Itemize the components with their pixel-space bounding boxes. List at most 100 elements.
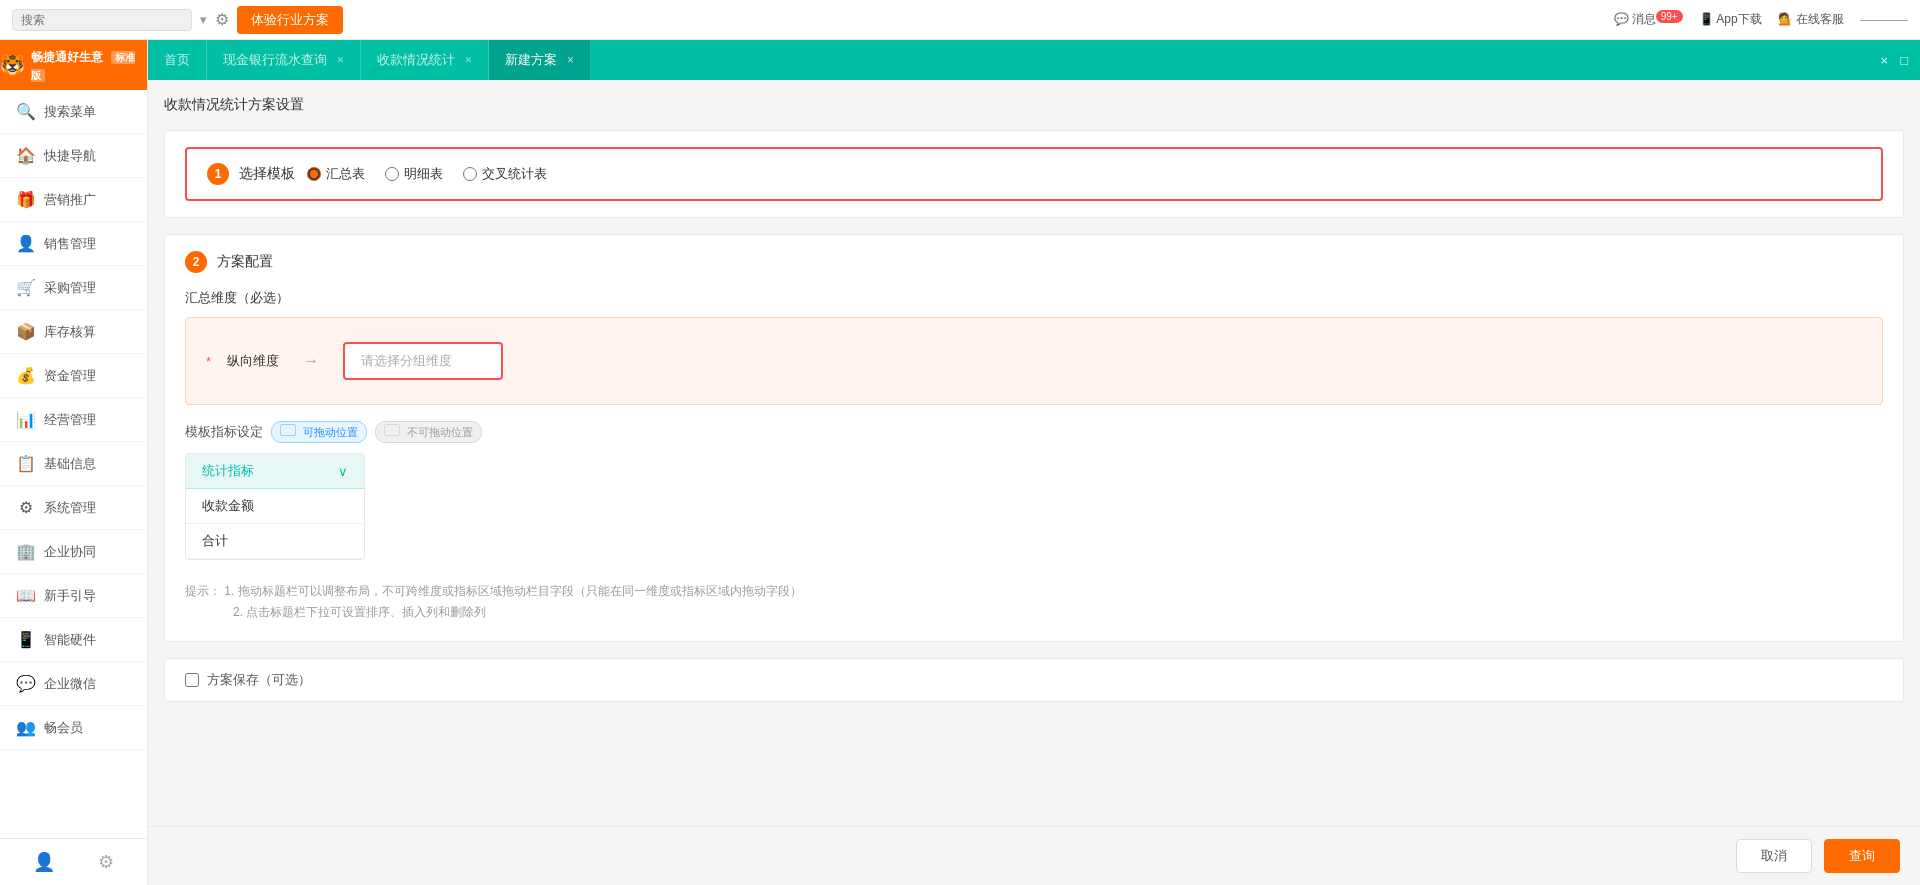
sidebar-item-member[interactable]: 👥 畅会员	[0, 706, 147, 750]
step1-section: 1 选择模板 汇总表 明细表	[164, 130, 1904, 218]
dimension-area: 汇总维度（必选） * 纵向维度 → 请选择分组维度	[185, 289, 1883, 405]
tab-collection-stat-close[interactable]: ×	[465, 53, 472, 67]
sidebar-item-inventory[interactable]: 📦 库存核算	[0, 310, 147, 354]
tips-section: 提示： 1. 拖动标题栏可以调整布局，不可跨维度或指标区域拖动栏目字段（只能在同…	[185, 583, 1883, 621]
logo-icon: 🐯	[0, 53, 25, 77]
guide-icon: 📖	[16, 586, 36, 605]
non-draggable-badge: 不可拖动位置	[375, 421, 482, 443]
step2-label: 方案配置	[217, 253, 273, 271]
sidebar-item-quick-nav[interactable]: 🏠 快捷导航	[0, 134, 147, 178]
tab-home-label: 首页	[164, 51, 190, 69]
message-badge: 99+	[1656, 10, 1683, 23]
sidebar-item-finance[interactable]: 💰 资金管理	[0, 354, 147, 398]
save-label: 方案保存（可选）	[207, 671, 311, 689]
tab-bar-end: × □	[1869, 40, 1920, 80]
sidebar-item-label: 畅会员	[44, 719, 83, 737]
indicator-section: 模板指标设定 可拖动位置 不可拖动位置 统计指标 ∨	[185, 421, 1883, 563]
radio-summary-label: 汇总表	[326, 165, 365, 183]
sidebar-item-smart-hw[interactable]: 📱 智能硬件	[0, 618, 147, 662]
message-label: 消息	[1632, 12, 1656, 26]
radio-summary-input[interactable]	[307, 167, 321, 181]
draggable-badge: 可拖动位置	[271, 421, 367, 443]
smart-hw-icon: 📱	[16, 630, 36, 649]
sidebar-item-label: 搜索菜单	[44, 103, 96, 121]
sidebar-item-basic-info[interactable]: 📋 基础信息	[0, 442, 147, 486]
tab-bank-flow-close[interactable]: ×	[337, 53, 344, 67]
sidebar-item-label: 智能硬件	[44, 631, 96, 649]
arrow-icon: →	[303, 352, 319, 370]
radio-detail[interactable]: 明细表	[385, 165, 443, 183]
query-button[interactable]: 查询	[1824, 839, 1900, 873]
step2-num: 2	[185, 251, 207, 273]
sidebar-bottom-icon1[interactable]: 👤	[33, 851, 55, 873]
search-input[interactable]	[12, 9, 192, 31]
sidebar-item-operation[interactable]: 📊 经营管理	[0, 398, 147, 442]
draggable-indicator	[280, 424, 296, 436]
gear-icon[interactable]: ⚙	[215, 10, 229, 29]
service-icon[interactable]: 💁 在线客服	[1778, 11, 1844, 28]
enterprise-wechat-icon: 💬	[16, 674, 36, 693]
indicator-dropdown-icon[interactable]: ∨	[338, 464, 348, 479]
download-label: App下载	[1716, 12, 1761, 26]
industry-button[interactable]: 体验行业方案	[237, 6, 343, 34]
sidebar: 🐯 畅捷通好生意 标准版 🔍 搜索菜单 🏠 快捷导航 🎁 营销推广 👤 销售管理	[0, 40, 148, 885]
window-max-icon[interactable]: □	[1900, 53, 1908, 68]
download-icon[interactable]: 📱 App下载	[1699, 11, 1762, 28]
sidebar-item-guide[interactable]: 📖 新手引导	[0, 574, 147, 618]
layout: 🐯 畅捷通好生意 标准版 🔍 搜索菜单 🏠 快捷导航 🎁 营销推广 👤 销售管理	[0, 40, 1920, 885]
radio-cross[interactable]: 交叉统计表	[463, 165, 547, 183]
window-close-icon[interactable]: ×	[1881, 53, 1889, 68]
non-draggable-indicator	[384, 424, 400, 436]
sidebar-item-label: 经营管理	[44, 411, 96, 429]
indicator-header-label: 统计指标	[202, 462, 254, 480]
non-draggable-label: 不可拖动位置	[407, 426, 473, 438]
logo: 🐯 畅捷通好生意 标准版	[0, 40, 147, 90]
sidebar-item-label: 快捷导航	[44, 147, 96, 165]
indicator-table-header[interactable]: 统计指标 ∨	[186, 454, 364, 489]
chevron-down-icon[interactable]: ▾	[200, 12, 207, 27]
tab-bank-flow[interactable]: 现金银行流水查询 ×	[207, 40, 361, 80]
sidebar-item-sales[interactable]: 👤 销售管理	[0, 222, 147, 266]
tab-new-plan-close[interactable]: ×	[567, 53, 574, 67]
radio-summary[interactable]: 汇总表	[307, 165, 365, 183]
dimension-title: 汇总维度（必选）	[185, 289, 1883, 307]
step2-section: 2 方案配置 汇总维度（必选） * 纵向维度 → 请选择分组维度	[164, 234, 1904, 642]
purchase-icon: 🛒	[16, 278, 36, 297]
radio-cross-label: 交叉统计表	[482, 165, 547, 183]
tab-collection-stat-label: 收款情况统计	[377, 51, 455, 69]
radio-cross-input[interactable]	[463, 167, 477, 181]
sidebar-item-enterprise[interactable]: 🏢 企业协同	[0, 530, 147, 574]
dimension-placeholder: 请选择分组维度	[361, 352, 452, 370]
top-bar-left: ▾ ⚙ 体验行业方案	[12, 6, 343, 34]
sidebar-item-label: 新手引导	[44, 587, 96, 605]
tab-new-plan-label: 新建方案	[505, 51, 557, 69]
marketing-icon: 🎁	[16, 190, 36, 209]
tab-collection-stat[interactable]: 收款情况统计 ×	[361, 40, 489, 80]
sidebar-item-label: 库存核算	[44, 323, 96, 341]
sidebar-item-label: 基础信息	[44, 455, 96, 473]
sidebar-item-label: 营销推广	[44, 191, 96, 209]
logo-name: 畅捷通好生意	[31, 50, 103, 64]
dimension-select[interactable]: 请选择分组维度	[343, 342, 503, 380]
tab-new-plan[interactable]: 新建方案 ×	[489, 40, 591, 80]
sidebar-item-enterprise-wechat[interactable]: 💬 企业微信	[0, 662, 147, 706]
step1-label: 选择模板	[239, 165, 295, 183]
operation-icon: 📊	[16, 410, 36, 429]
save-checkbox[interactable]	[185, 673, 199, 687]
sidebar-item-search-menu[interactable]: 🔍 搜索菜单	[0, 90, 147, 134]
indicator-row-1-label: 合计	[202, 533, 228, 548]
sidebar-item-label: 销售管理	[44, 235, 96, 253]
page-title: 收款情况统计方案设置	[164, 96, 1904, 114]
cancel-button[interactable]: 取消	[1736, 839, 1812, 873]
sidebar-item-marketing[interactable]: 🎁 营销推广	[0, 178, 147, 222]
step1-header: 1 选择模板	[207, 163, 295, 185]
sidebar-item-system[interactable]: ⚙ 系统管理	[0, 486, 147, 530]
message-icon[interactable]: 💬 消息 99+	[1614, 11, 1683, 28]
template-selection: 1 选择模板 汇总表 明细表	[185, 147, 1883, 201]
sidebar-item-label: 企业微信	[44, 675, 96, 693]
sidebar-bottom-icon2[interactable]: ⚙	[98, 851, 114, 873]
tab-home[interactable]: 首页	[148, 40, 207, 80]
radio-detail-input[interactable]	[385, 167, 399, 181]
dimension-box: * 纵向维度 → 请选择分组维度	[185, 317, 1883, 405]
sidebar-item-purchase[interactable]: 🛒 采购管理	[0, 266, 147, 310]
